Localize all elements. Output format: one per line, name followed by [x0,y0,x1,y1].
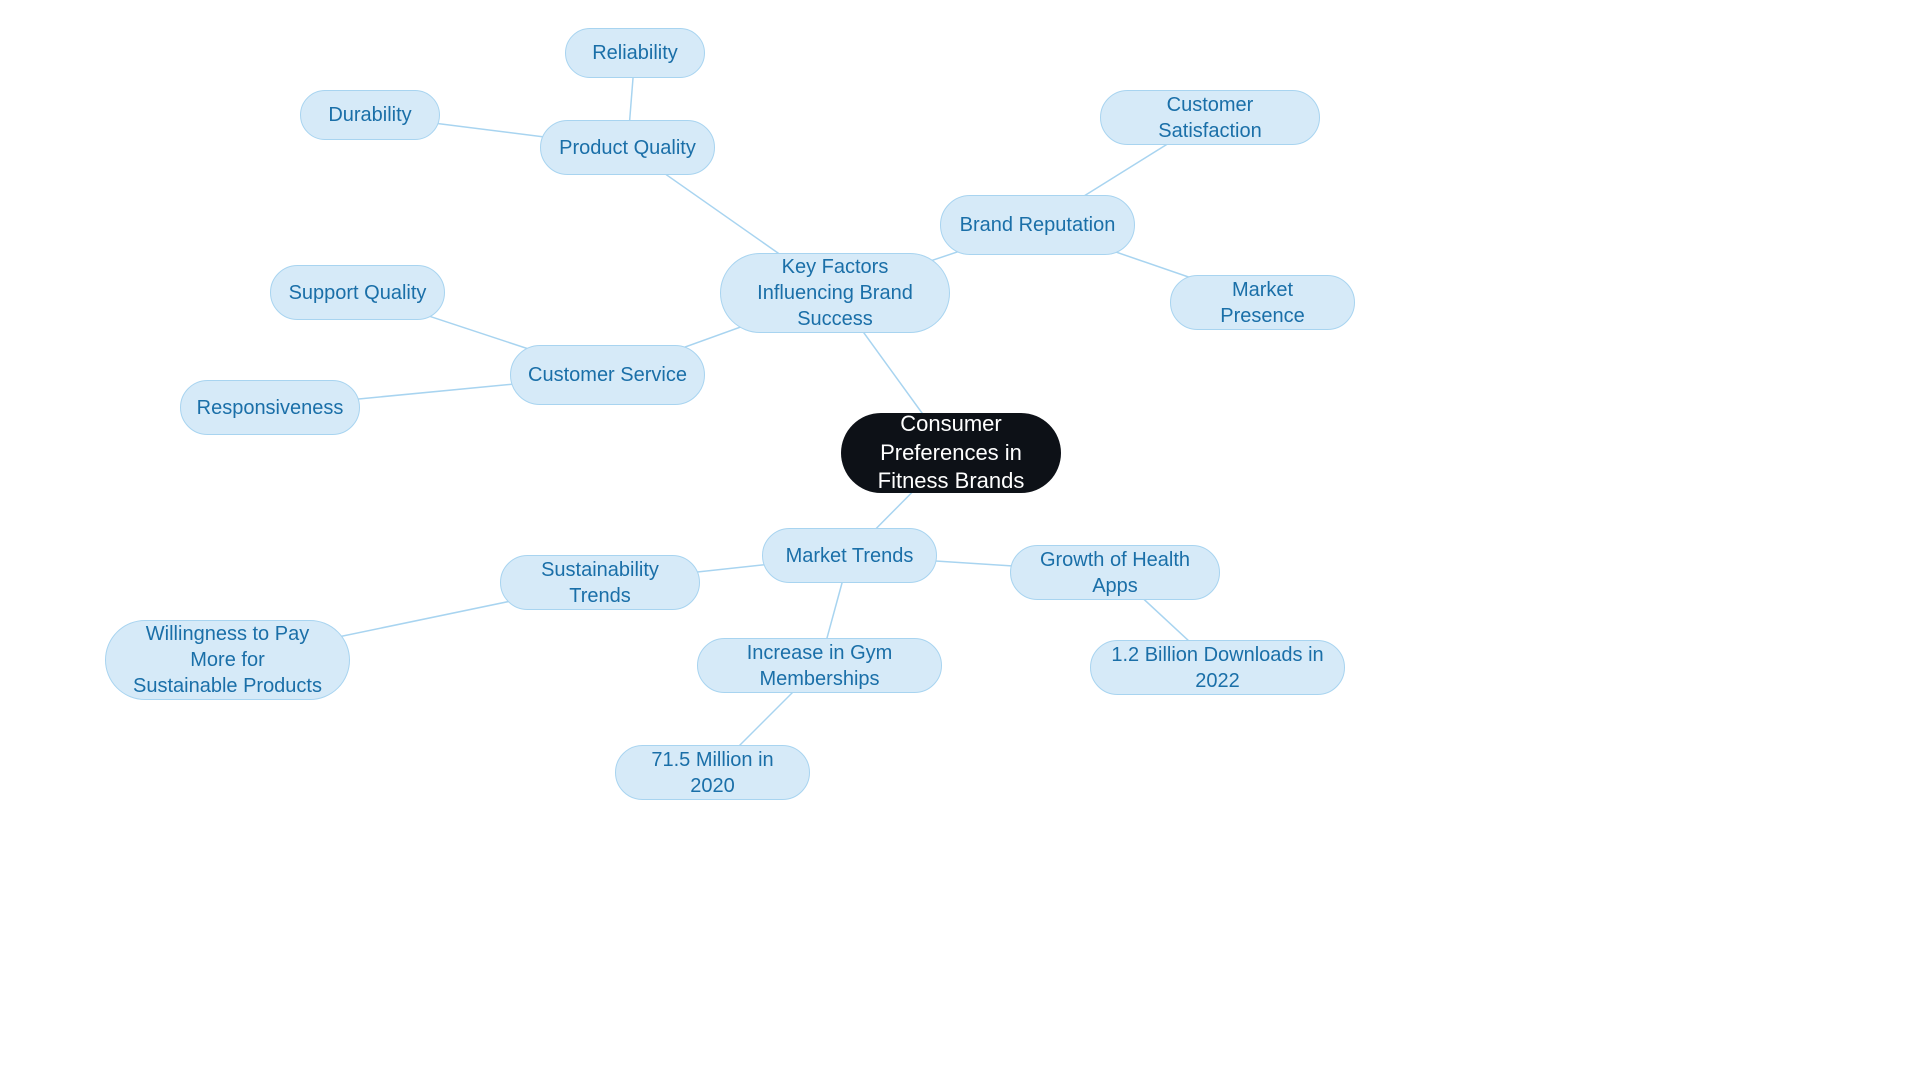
node-market_presence[interactable]: Market Presence [1170,275,1355,330]
node-market_trends[interactable]: Market Trends [762,528,937,583]
node-willingness[interactable]: Willingness to Pay More forSustainable P… [105,620,350,700]
node-billion_downloads[interactable]: 1.2 Billion Downloads in 2022 [1090,640,1345,695]
node-customer_satisfaction[interactable]: Customer Satisfaction [1100,90,1320,145]
node-center[interactable]: Consumer Preferences inFitness Brands [841,413,1061,493]
node-million_2020[interactable]: 71.5 Million in 2020 [615,745,810,800]
node-sustainability_trends[interactable]: Sustainability Trends [500,555,700,610]
node-support_quality[interactable]: Support Quality [270,265,445,320]
node-reliability[interactable]: Reliability [565,28,705,78]
connections-svg [0,0,1920,1083]
node-brand_reputation[interactable]: Brand Reputation [940,195,1135,255]
node-durability[interactable]: Durability [300,90,440,140]
node-health_apps[interactable]: Growth of Health Apps [1010,545,1220,600]
node-gym_memberships[interactable]: Increase in Gym Memberships [697,638,942,693]
node-customer_service[interactable]: Customer Service [510,345,705,405]
node-product_quality[interactable]: Product Quality [540,120,715,175]
node-responsiveness[interactable]: Responsiveness [180,380,360,435]
mind-map-container: Consumer Preferences inFitness Brands Key… [0,0,1920,1083]
node-key_factors[interactable]: Key Factors Influencing BrandSuccess [720,253,950,333]
